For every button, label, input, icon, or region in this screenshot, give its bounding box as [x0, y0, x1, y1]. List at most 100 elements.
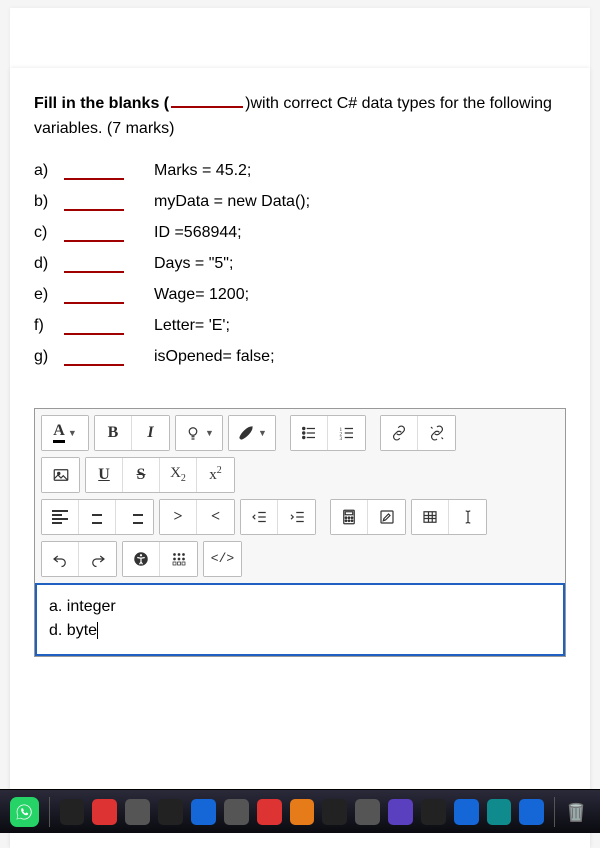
- font-color-button[interactable]: A▼: [42, 416, 88, 450]
- dock-app[interactable]: [290, 799, 315, 825]
- text-cursor-icon: [459, 508, 477, 526]
- accessibility-button[interactable]: [123, 542, 160, 576]
- table-icon: [421, 508, 439, 526]
- code-view-button[interactable]: </>: [204, 542, 241, 576]
- align-center-button[interactable]: [79, 500, 116, 534]
- svg-text:1: 1: [339, 426, 342, 432]
- caret-icon: ▼: [68, 428, 77, 438]
- bold-label: B: [108, 424, 119, 442]
- item-label: b): [34, 193, 64, 211]
- item-blank: [64, 317, 124, 335]
- list-item: d) Days = "5";: [34, 249, 566, 273]
- indent-decrease-button[interactable]: <: [197, 500, 234, 534]
- dock-app[interactable]: [158, 799, 183, 825]
- highlight-button[interactable]: ▼: [176, 416, 222, 450]
- dock-app[interactable]: [519, 799, 544, 825]
- item-code: myData = new Data();: [154, 193, 310, 211]
- dock-app[interactable]: [454, 799, 479, 825]
- unordered-list-button[interactable]: [291, 416, 328, 450]
- item-blank: [64, 224, 124, 242]
- redo-button[interactable]: [79, 542, 116, 576]
- underline-button[interactable]: U: [86, 458, 123, 492]
- image-button[interactable]: [42, 458, 79, 492]
- dock-separator: [554, 797, 555, 827]
- item-label: c): [34, 224, 64, 242]
- italic-button[interactable]: I: [132, 416, 169, 450]
- item-code: isOpened= false;: [154, 348, 275, 366]
- dock-trash[interactable]: [565, 797, 590, 827]
- text-cursor-button[interactable]: [449, 500, 486, 534]
- superscript-button[interactable]: x2: [197, 458, 234, 492]
- dock-separator: [49, 797, 50, 827]
- code-label: </>: [211, 551, 234, 566]
- dock-app[interactable]: [191, 799, 216, 825]
- indent-icon: [288, 508, 306, 526]
- edit-button[interactable]: [368, 500, 405, 534]
- list-item: f) Letter= 'E';: [34, 311, 566, 335]
- item-label: f): [34, 317, 64, 335]
- item-code: Marks = 45.2;: [154, 162, 251, 180]
- dock-app[interactable]: [257, 799, 282, 825]
- dock-app-whatsapp[interactable]: [10, 797, 39, 827]
- dock-app[interactable]: [92, 799, 117, 825]
- underline-label: U: [98, 466, 110, 484]
- table-button[interactable]: [412, 500, 449, 534]
- subscript-button[interactable]: X2: [160, 458, 197, 492]
- dock-app[interactable]: [355, 799, 380, 825]
- item-code: Days = "5";: [154, 255, 233, 273]
- unlink-button[interactable]: [418, 416, 455, 450]
- subscript-label: X2: [170, 465, 186, 484]
- bold-button[interactable]: B: [95, 416, 132, 450]
- dock-app[interactable]: [388, 799, 413, 825]
- number-list-icon: 123: [338, 424, 356, 442]
- dock-app[interactable]: [60, 799, 85, 825]
- unlink-icon: [428, 424, 446, 442]
- item-code: Letter= 'E';: [154, 317, 230, 335]
- item-label: e): [34, 286, 64, 304]
- undo-button[interactable]: [42, 542, 79, 576]
- outdent-para-button[interactable]: [241, 500, 278, 534]
- svg-text:2: 2: [339, 431, 342, 437]
- editor-line: a. integer: [49, 595, 551, 620]
- font-color-label: A: [53, 422, 65, 443]
- svg-text:3: 3: [339, 435, 342, 441]
- indent-increase-button[interactable]: >: [160, 500, 197, 534]
- editor-textarea[interactable]: a. integer d. byte: [35, 583, 565, 657]
- question-page: Fill in the blanks ()with correct C# dat…: [10, 68, 590, 848]
- align-left-button[interactable]: [42, 500, 79, 534]
- item-label: a): [34, 162, 64, 180]
- image-icon: [52, 466, 70, 484]
- bullet-list-icon: [300, 424, 318, 442]
- align-right-button[interactable]: [116, 500, 153, 534]
- list-item: b) myData = new Data();: [34, 187, 566, 211]
- edit-icon: [378, 508, 396, 526]
- strike-button[interactable]: S: [123, 458, 160, 492]
- lt-label: <: [211, 508, 220, 526]
- whatsapp-icon: [15, 803, 33, 821]
- list-item: a) Marks = 45.2;: [34, 156, 566, 180]
- editor-line: d. byte: [49, 619, 551, 644]
- item-blank: [64, 255, 124, 273]
- dock: [0, 789, 600, 833]
- prompt-blank: [171, 93, 243, 108]
- align-center-icon: [89, 510, 105, 524]
- accessibility-icon: [132, 550, 150, 568]
- grid-icon: [170, 550, 188, 568]
- list-item: c) ID =568944;: [34, 218, 566, 242]
- ordered-list-button[interactable]: 123: [328, 416, 365, 450]
- indent-para-button[interactable]: [278, 500, 315, 534]
- text-cursor: [97, 622, 98, 639]
- item-label: d): [34, 255, 64, 273]
- calculator-icon: [340, 508, 358, 526]
- dock-app[interactable]: [421, 799, 446, 825]
- link-button[interactable]: [381, 416, 418, 450]
- calculator-button[interactable]: [331, 500, 368, 534]
- dock-app[interactable]: [487, 799, 512, 825]
- grid-button[interactable]: [160, 542, 197, 576]
- dock-app[interactable]: [125, 799, 150, 825]
- question-prompt: Fill in the blanks ()with correct C# dat…: [34, 92, 566, 142]
- dock-app[interactable]: [224, 799, 249, 825]
- brush-button[interactable]: ▼: [229, 416, 275, 450]
- undo-icon: [51, 550, 69, 568]
- dock-app[interactable]: [322, 799, 347, 825]
